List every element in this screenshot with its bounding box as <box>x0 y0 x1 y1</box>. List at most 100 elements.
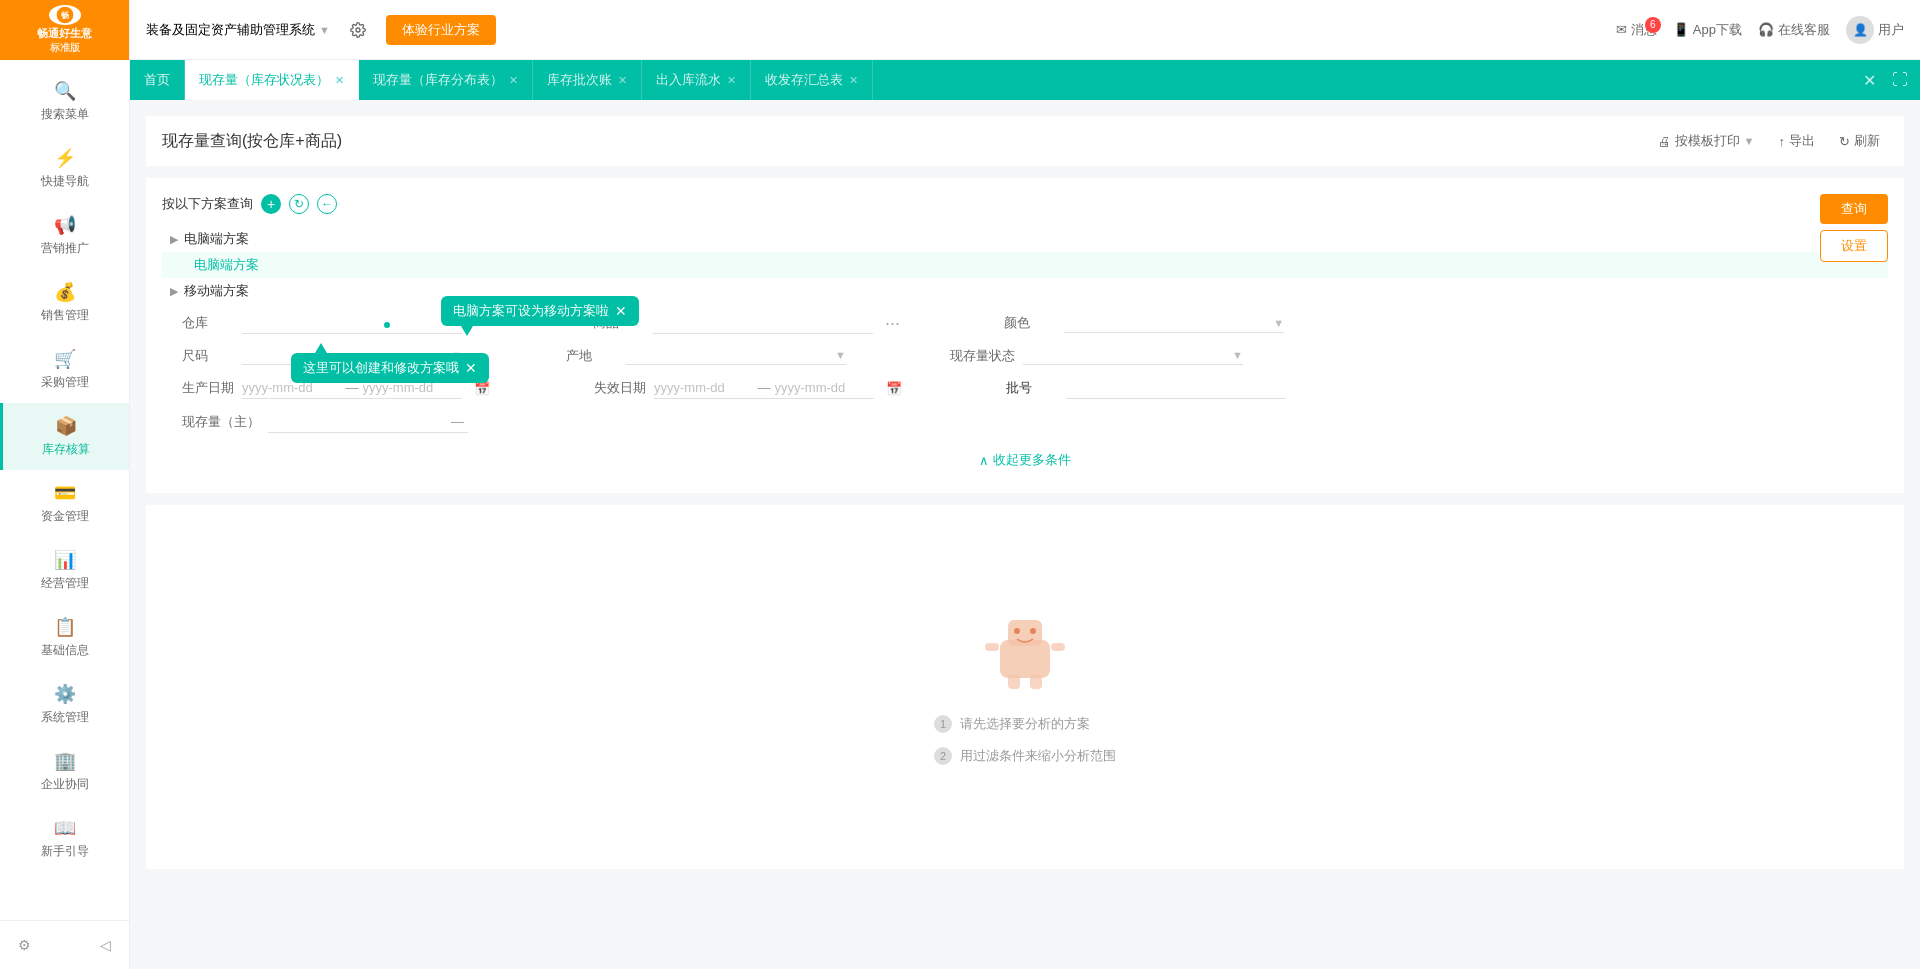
warehouse-input[interactable] <box>242 312 462 334</box>
message-icon: ✉ <box>1616 22 1627 37</box>
scheme-mobile[interactable]: ▶ 移动端方案 <box>162 278 1888 304</box>
svg-point-5 <box>1014 628 1020 634</box>
empty-state: 1 请先选择要分析的方案 2 用过滤条件来缩小分析范围 <box>146 545 1904 829</box>
export-btn[interactable]: ↑ 导出 <box>1771 128 1824 154</box>
refresh-icon: ↻ <box>1839 134 1850 149</box>
filter-back-btn[interactable]: ← <box>317 194 337 214</box>
search-icon: 🔍 <box>54 80 76 102</box>
export-label: 导出 <box>1789 132 1815 150</box>
empty-svg <box>980 605 1070 695</box>
scheme-pc-sub[interactable]: 电脑端方案 <box>162 252 1888 278</box>
stock-status-select[interactable]: ▼ <box>1023 346 1243 365</box>
tooltip2-arrow <box>315 343 327 353</box>
refresh-btn[interactable]: ↻ 刷新 <box>1831 128 1888 154</box>
print-icon: 🖨 <box>1658 134 1671 149</box>
message-badge: 6 <box>1645 17 1661 33</box>
filter-cycle-btn[interactable]: ↻ <box>289 194 309 214</box>
goods-input[interactable] <box>653 312 873 334</box>
stock-qty-label: 现存量（主） <box>182 413 260 431</box>
sidebar-item-inventory[interactable]: 📦 库存核算 <box>0 403 129 470</box>
stock-qty-from[interactable] <box>268 411 447 432</box>
sidebar-item-operations[interactable]: 📊 经营管理 <box>0 537 129 604</box>
settings-icon-btn[interactable]: ⚙ <box>10 931 38 959</box>
top-header: 装备及固定资产辅助管理系统 ▼ 体验行业方案 ✉ 消息 6 📱 App下载 🎧 … <box>130 0 1920 60</box>
tab-inventory-status[interactable]: 现存量（库存状况表） ✕ <box>185 60 359 100</box>
system-selector[interactable]: 装备及固定资产辅助管理系统 ▼ <box>146 21 330 39</box>
tab-inventory-status-close[interactable]: ✕ <box>335 74 344 87</box>
tab-batch-approve-close[interactable]: ✕ <box>618 74 627 87</box>
expire-date-input[interactable] <box>654 377 754 398</box>
scheme-pc-label: 电脑端方案 <box>184 230 249 248</box>
tooltip-scheme-mobile-close[interactable]: ✕ <box>615 303 627 319</box>
sidebar-item-quick[interactable]: ⚡ 快捷导航 <box>0 135 129 202</box>
expire-date-dash: — <box>758 380 771 395</box>
tab-recv-summary-close[interactable]: ✕ <box>849 74 858 87</box>
header-settings-btn[interactable] <box>342 14 374 46</box>
scheme-pc[interactable]: ▶ 电脑端方案 <box>162 226 1888 252</box>
filter-add-btn[interactable]: + <box>261 194 281 214</box>
tooltip-create-scheme-close[interactable]: ✕ <box>465 360 477 376</box>
sidebar-item-enterprise[interactable]: 🏢 企业协同 <box>0 738 129 805</box>
svg-rect-8 <box>1051 643 1065 651</box>
tab-inout-flow-close[interactable]: ✕ <box>727 74 736 87</box>
sidebar-item-marketing[interactable]: 📢 营销推广 <box>0 202 129 269</box>
tab-inout-flow[interactable]: 出入库流水 ✕ <box>642 60 751 100</box>
search-btn[interactable]: 查询 <box>1820 194 1888 224</box>
origin-select[interactable]: ▼ <box>626 346 846 365</box>
stock-status-dropdown-icon: ▼ <box>1232 349 1243 361</box>
page-title: 现存量查询(按仓库+商品) <box>162 131 342 152</box>
tab-recv-summary-label: 收发存汇总表 <box>765 71 843 89</box>
messages-btn[interactable]: ✉ 消息 6 <box>1616 21 1657 39</box>
tab-recv-summary[interactable]: 收发存汇总表 ✕ <box>751 60 873 100</box>
tab-close-all-btn[interactable]: ✕ <box>1859 67 1880 94</box>
template-arrow-icon: ▼ <box>1744 135 1755 147</box>
industry-solution-btn[interactable]: 体验行业方案 <box>386 15 496 45</box>
tab-inventory-dist-close[interactable]: ✕ <box>509 74 518 87</box>
reset-btn[interactable]: 设置 <box>1820 230 1888 262</box>
template-print-btn[interactable]: 🖨 按模板打印 ▼ <box>1650 128 1763 154</box>
export-icon: ↑ <box>1779 134 1786 149</box>
sidebar-item-purchase[interactable]: 🛒 采购管理 <box>0 336 129 403</box>
expire-date-input-end[interactable] <box>775 377 875 398</box>
sidebar-item-finance[interactable]: 💳 资金管理 <box>0 470 129 537</box>
stock-qty-field: 现存量（主） — <box>182 411 468 433</box>
collapse-sidebar-btn[interactable]: ◁ <box>91 931 119 959</box>
filter-row-1: 仓库 ··· 商品 ··· 颜色 ▼ <box>178 312 1888 334</box>
user-btn[interactable]: 👤 用户 <box>1846 16 1904 44</box>
tab-inventory-dist[interactable]: 现存量（库存分布表） ✕ <box>359 60 533 100</box>
online-service-label: 在线客服 <box>1778 21 1830 39</box>
book-icon: 📖 <box>54 817 76 839</box>
lightning-icon: ⚡ <box>54 147 76 169</box>
empty-tip-1: 1 请先选择要分析的方案 <box>934 711 1116 737</box>
empty-state-section: 1 请先选择要分析的方案 2 用过滤条件来缩小分析范围 <box>146 505 1904 869</box>
tab-batch-approve[interactable]: 库存批次账 ✕ <box>533 60 642 100</box>
expire-date-label: 失效日期 <box>594 379 646 397</box>
sidebar-item-sales[interactable]: 💰 销售管理 <box>0 269 129 336</box>
sidebar-item-basic[interactable]: 📋 基础信息 <box>0 604 129 671</box>
empty-illustration <box>980 605 1070 695</box>
batch-input[interactable] <box>1066 377 1286 399</box>
tab-home[interactable]: 首页 <box>130 60 185 100</box>
mobile-expand-icon: ▶ <box>170 285 178 298</box>
online-service-btn[interactable]: 🎧 在线客服 <box>1758 21 1830 39</box>
app-download-btn[interactable]: 📱 App下载 <box>1673 21 1742 39</box>
size-label: 尺码 <box>182 347 234 365</box>
collapse-btn[interactable]: ∧ 收起更多条件 <box>971 443 1079 477</box>
sidebar-item-newbie[interactable]: 📖 新手引导 <box>0 805 129 872</box>
tab-fullscreen-btn[interactable]: ⛶ <box>1888 67 1912 93</box>
filter-action-btns: 查询 设置 <box>1820 194 1888 262</box>
stock-qty-dash: — <box>451 414 464 429</box>
expire-date-field: 失效日期 — 📅 <box>594 377 902 399</box>
tab-bar: 首页 现存量（库存状况表） ✕ 现存量（库存分布表） ✕ 库存批次账 ✕ 出入库… <box>130 60 1920 100</box>
sidebar-item-search[interactable]: 🔍 搜索菜单 <box>0 68 129 135</box>
sidebar-item-system[interactable]: ⚙️ 系统管理 <box>0 671 129 738</box>
color-select[interactable]: ▼ <box>1064 314 1284 333</box>
batch-label: 批号 <box>1006 379 1058 397</box>
expire-date-calendar-icon[interactable]: 📅 <box>886 381 902 396</box>
collapse-up-icon: ∧ <box>979 453 989 468</box>
tooltip-create-scheme: 这里可以创建和修改方案哦 ✕ <box>291 353 489 383</box>
goods-dots-icon[interactable]: ··· <box>885 313 900 334</box>
app-tagline: 标准版 <box>50 41 80 55</box>
content-inner: 现存量查询(按仓库+商品) 🖨 按模板打印 ▼ ↑ 导出 ↻ 刷新 <box>130 100 1920 885</box>
sidebar-nav: 🔍 搜索菜单 ⚡ 快捷导航 📢 营销推广 💰 销售管理 🛒 采购管理 📦 库存核… <box>0 60 129 920</box>
